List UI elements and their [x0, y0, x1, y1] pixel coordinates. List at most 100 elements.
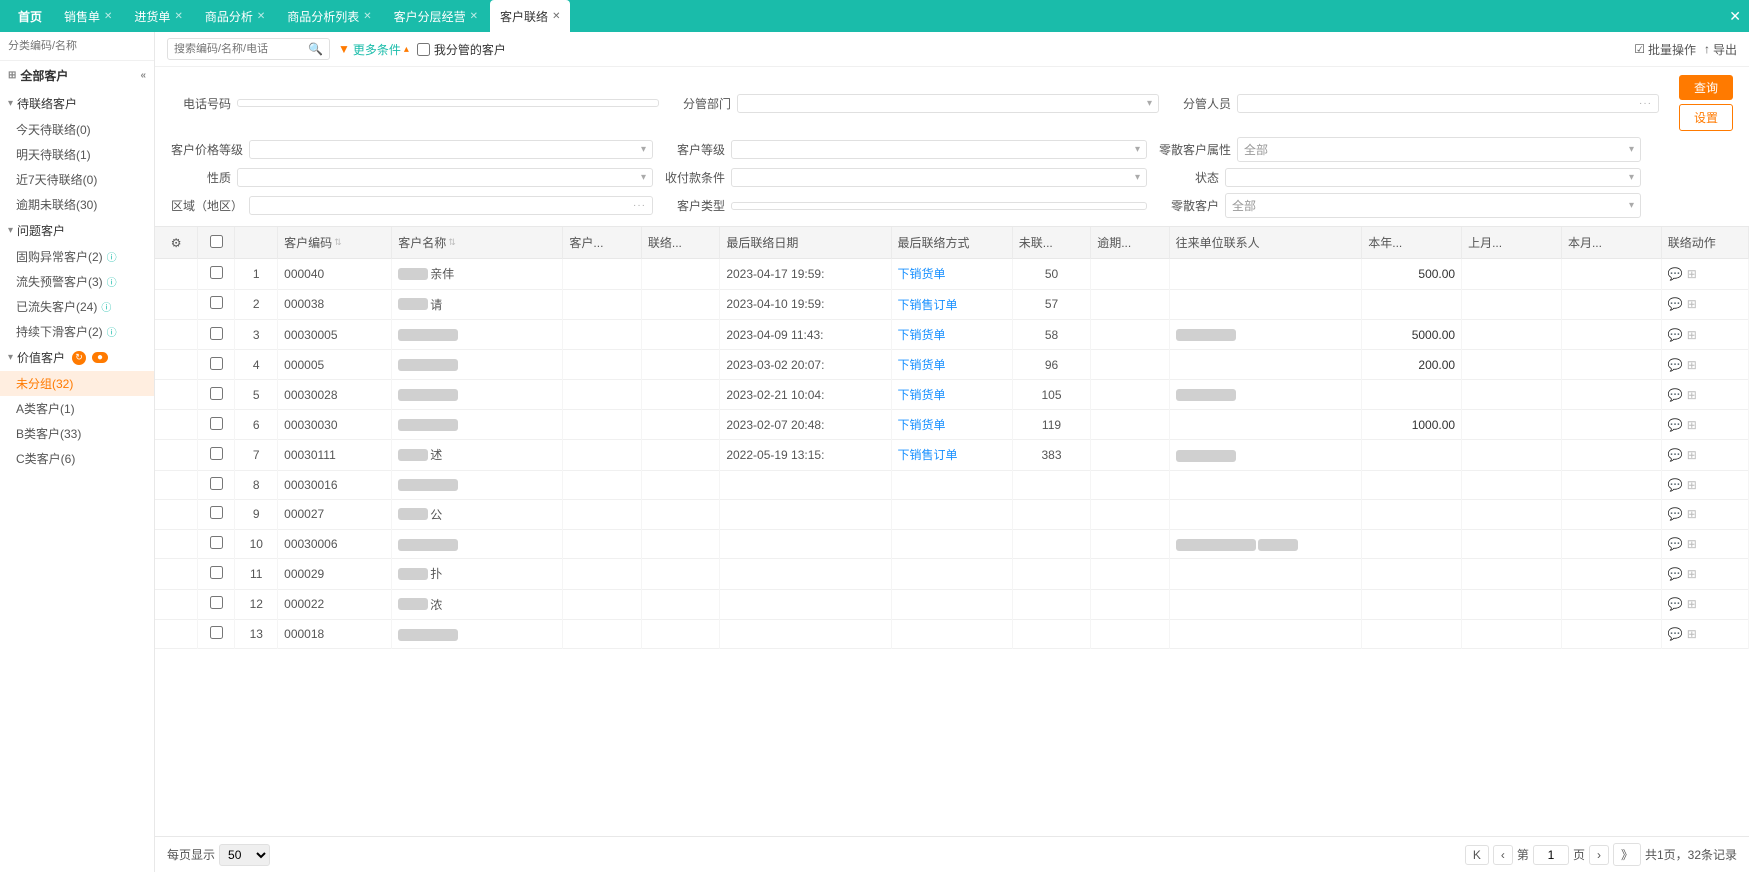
tab-home[interactable]: 首页 — [8, 0, 52, 32]
problem-group-header[interactable]: ▾ 问题客户 — [0, 217, 154, 244]
more-conditions-button[interactable]: ▼ 更多条件 ▴ — [338, 41, 409, 58]
more-action-icon[interactable]: ⊞ — [1687, 448, 1697, 462]
filter-price-grade-select[interactable]: ▾ — [249, 140, 653, 159]
more-action-icon[interactable]: ⊞ — [1687, 388, 1697, 402]
filter-sparse-attr-select[interactable]: 全部▾ — [1237, 137, 1641, 162]
tab-product-list-close[interactable]: ✕ — [363, 11, 371, 22]
more-action-icon[interactable]: ⊞ — [1687, 507, 1697, 521]
query-button[interactable]: 查询 — [1679, 75, 1733, 100]
filter-payment-select[interactable]: ▾ — [731, 168, 1147, 187]
reset-button[interactable]: 设置 — [1679, 104, 1733, 131]
sidebar-item-tomorrow-pending[interactable]: 明天待联络(1) — [0, 142, 154, 167]
tab-sales[interactable]: 销售单 ✕ — [54, 0, 122, 32]
chat-action-icon[interactable]: 💬 — [1668, 597, 1683, 611]
search-icon[interactable]: 🔍 — [308, 42, 323, 56]
last-page-button[interactable]: 》 — [1613, 843, 1641, 866]
chat-action-icon[interactable]: 💬 — [1668, 567, 1683, 581]
row-no-contact: 50 — [1012, 259, 1090, 290]
tab-purchase-close[interactable]: ✕ — [174, 11, 182, 22]
more-action-icon[interactable]: ⊞ — [1687, 478, 1697, 492]
filter-nature-select[interactable]: ▾ — [237, 168, 653, 187]
chat-action-icon[interactable]: 💬 — [1668, 358, 1683, 372]
chat-action-icon[interactable]: 💬 — [1668, 478, 1683, 492]
page-number-input[interactable] — [1533, 845, 1569, 865]
tab-product-analysis[interactable]: 商品分析 ✕ — [195, 0, 275, 32]
tab-purchase[interactable]: 进货单 ✕ — [124, 0, 192, 32]
sidebar-item-7day-pending[interactable]: 近7天待联络(0) — [0, 167, 154, 192]
next-page-button[interactable]: › — [1589, 845, 1609, 865]
region-dots-icon: ··· — [633, 200, 646, 211]
export-button[interactable]: ↑ 导出 — [1704, 41, 1737, 58]
more-action-icon[interactable]: ⊞ — [1687, 328, 1697, 342]
warning-info-icon: ⓘ — [107, 274, 117, 289]
row-index: 5 — [235, 380, 278, 410]
row-code: 000029 — [278, 559, 392, 590]
sidebar-item-today-pending[interactable]: 今天待联络(0) — [0, 117, 154, 142]
tab-customer-tier[interactable]: 客户分层经营 ✕ — [384, 0, 488, 32]
chat-action-icon[interactable]: 💬 — [1668, 328, 1683, 342]
more-action-icon[interactable]: ⊞ — [1687, 418, 1697, 432]
first-page-button[interactable]: K — [1465, 845, 1489, 865]
filter-customer-grade-select[interactable]: ▾ — [731, 140, 1147, 159]
filter-customer-type-input[interactable] — [731, 202, 1147, 210]
tab-sales-close[interactable]: ✕ — [104, 11, 112, 22]
row-actions: 💬 ⊞ — [1661, 620, 1748, 649]
chat-action-icon[interactable]: 💬 — [1668, 627, 1683, 641]
filter-status-select[interactable]: ▾ — [1225, 168, 1641, 187]
chat-action-icon[interactable]: 💬 — [1668, 388, 1683, 402]
filter-phone-input[interactable] — [237, 99, 659, 107]
my-customers-checkbox[interactable]: 我分管的客户 — [417, 41, 506, 58]
value-group-header[interactable]: ▾ 价值客户 ↻ ● — [0, 344, 154, 371]
pending-group-header[interactable]: ▾ 待联络客户 — [0, 90, 154, 117]
more-action-icon[interactable]: ⊞ — [1687, 537, 1697, 551]
tab-product-analysis-close[interactable]: ✕ — [257, 11, 265, 22]
page-size-select[interactable]: 50 10 20 100 — [219, 844, 270, 866]
row-settings — [155, 380, 198, 410]
select-all-checkbox[interactable] — [210, 235, 223, 248]
chat-action-icon[interactable]: 💬 — [1668, 507, 1683, 521]
filter-region-select[interactable]: ··· — [249, 196, 653, 215]
tab-customer-tier-close[interactable]: ✕ — [470, 11, 478, 22]
tab-customer-contact-close[interactable]: ✕ — [552, 11, 560, 22]
row-this-month — [1561, 620, 1661, 649]
sidebar-item-lost[interactable]: 已流失客户(24) ⓘ — [0, 294, 154, 319]
window-close-button[interactable]: ✕ — [1729, 8, 1741, 25]
more-action-icon[interactable]: ⊞ — [1687, 267, 1697, 281]
row-no-contact — [1012, 589, 1090, 620]
row-this-year — [1362, 440, 1462, 471]
more-action-icon[interactable]: ⊞ — [1687, 597, 1697, 611]
sidebar-item-declining[interactable]: 持续下滑客户(2) ⓘ — [0, 319, 154, 344]
more-action-icon[interactable]: ⊞ — [1687, 567, 1697, 581]
sidebar-item-class-a[interactable]: A类客户(1) — [0, 396, 154, 421]
tab-customer-contact[interactable]: 客户联络 ✕ — [490, 0, 570, 32]
prev-page-button[interactable]: ‹ — [1493, 845, 1513, 865]
filter-person-select[interactable]: ··· — [1237, 94, 1659, 113]
tab-product-list[interactable]: 商品分析列表 ✕ — [277, 0, 381, 32]
chat-action-icon[interactable]: 💬 — [1668, 267, 1683, 281]
my-customers-check[interactable] — [417, 43, 430, 56]
sidebar-item-class-b[interactable]: B类客户(33) — [0, 421, 154, 446]
chat-action-icon[interactable]: 💬 — [1668, 537, 1683, 551]
filter-dept-select[interactable]: ▾ — [737, 94, 1159, 113]
batch-op-button[interactable]: ☑ 批量操作 — [1634, 41, 1696, 58]
more-action-icon[interactable]: ⊞ — [1687, 358, 1697, 372]
more-action-icon[interactable]: ⊞ — [1687, 297, 1697, 311]
sidebar-collapse-icon[interactable]: « — [140, 70, 146, 81]
chat-action-icon[interactable]: 💬 — [1668, 418, 1683, 432]
sidebar-item-warning[interactable]: 流失预警客户(3) ⓘ — [0, 269, 154, 294]
sidebar-item-class-c[interactable]: C类客户(6) — [0, 446, 154, 471]
chat-action-icon[interactable]: 💬 — [1668, 297, 1683, 311]
sidebar-search-input[interactable] — [8, 40, 150, 52]
more-action-icon[interactable]: ⊞ — [1687, 627, 1697, 641]
chat-action-icon[interactable]: 💬 — [1668, 448, 1683, 462]
filter-sparse-select[interactable]: 全部▾ — [1225, 193, 1641, 218]
all-customers-header[interactable]: ⊞ 全部客户 « — [0, 61, 154, 90]
sidebar-item-abnormal[interactable]: 固购异常客户(2) ⓘ — [0, 244, 154, 269]
search-input[interactable] — [174, 43, 304, 55]
row-last-date: 2022-05-19 13:15: — [720, 440, 891, 471]
sidebar-item-ungrouped[interactable]: 未分组(32) — [0, 371, 154, 396]
sidebar-item-overdue-pending[interactable]: 逾期未联络(30) — [0, 192, 154, 217]
settings-icon[interactable]: ⚙ — [171, 236, 182, 250]
th-last-method-label: 最后联络方式 — [898, 236, 970, 250]
row-actions: 💬 ⊞ — [1661, 440, 1748, 471]
